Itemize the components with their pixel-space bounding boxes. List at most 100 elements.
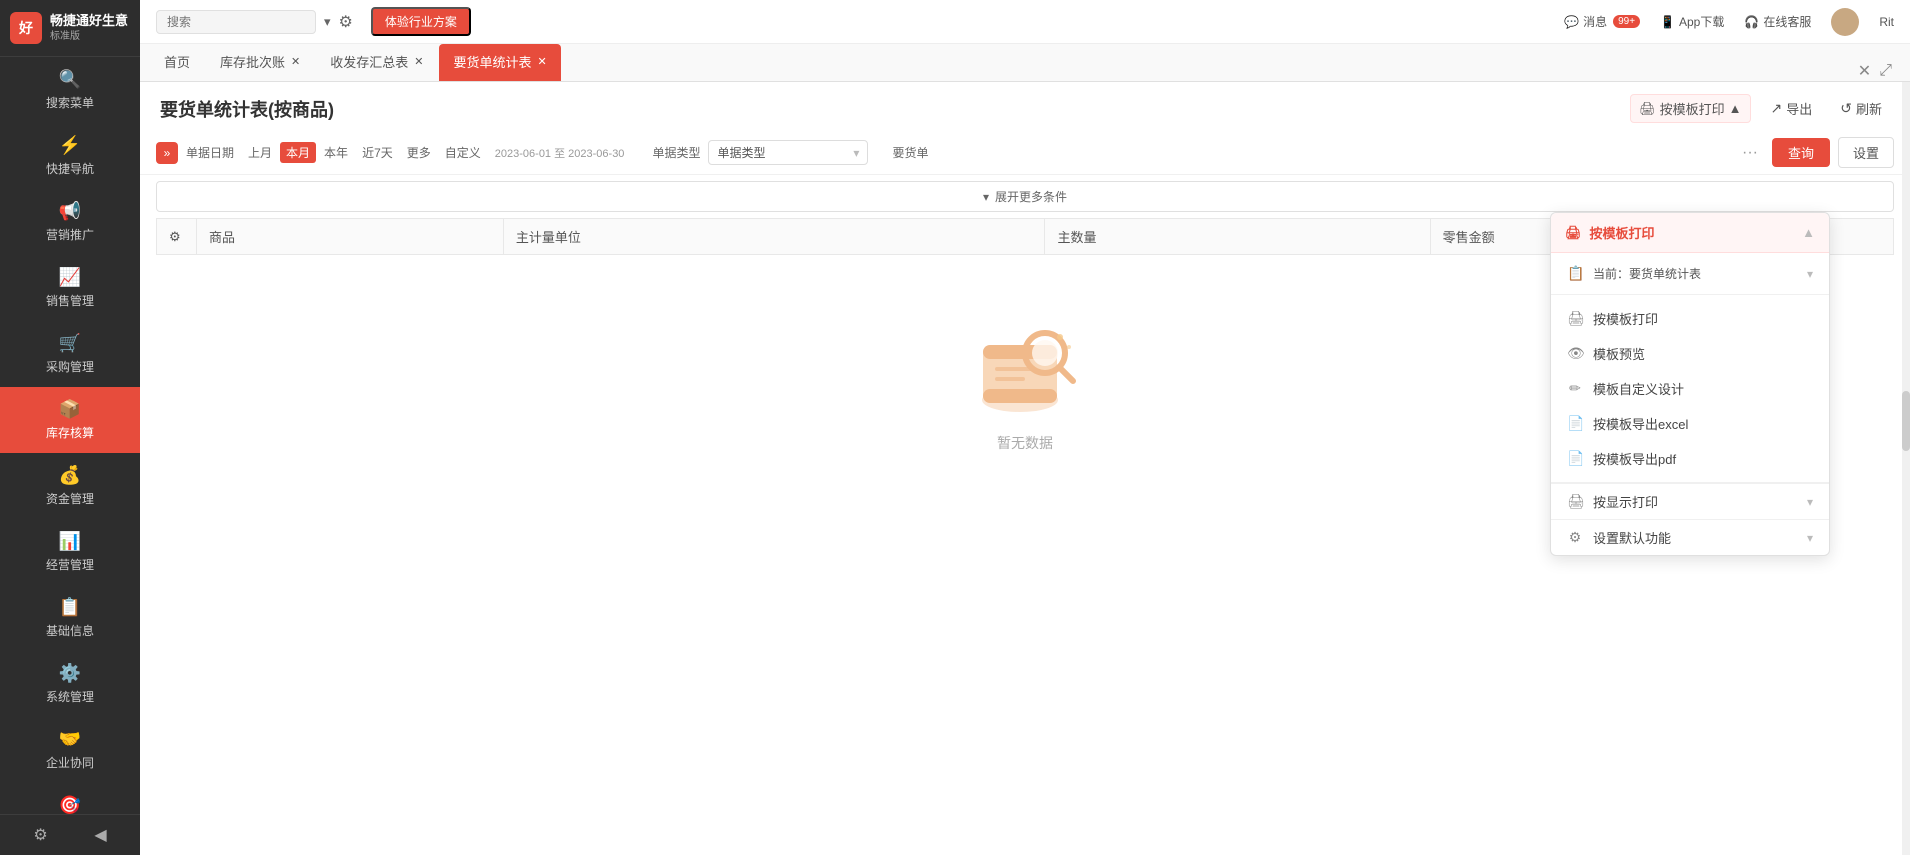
promo-button[interactable]: 体验行业方案 (371, 7, 471, 36)
item-chevron: ▾ (1807, 495, 1813, 509)
app-download-icon: 📱 (1660, 15, 1675, 29)
tab-close-receipt-summary[interactable]: ✕ (414, 55, 423, 68)
topbar-gear-icon[interactable]: ⚙ (339, 12, 353, 32)
sidebar-item-operation[interactable]: 📊经营管理 (0, 519, 140, 585)
printer-icon: 🖨 (1639, 101, 1656, 117)
dropdown-item-set-default[interactable]: ⚙ 设置默认功能 ▾ (1551, 519, 1829, 555)
tab-close-inventory-batch[interactable]: ✕ (291, 55, 300, 68)
sidebar-item-marketing[interactable]: 📢营销推广 (0, 189, 140, 255)
sidebar-logo: 好 畅捷通好生意 标准版 (0, 0, 140, 57)
dropdown-item-display-print[interactable]: 🖨 按显示打印 ▾ (1551, 483, 1829, 519)
scrollbar[interactable] (1902, 82, 1910, 855)
date-filter-label: 单据日期 (186, 144, 234, 161)
order-type-select[interactable]: 单据类型 ▾ (708, 140, 868, 165)
select-chevron-icon: ▾ (853, 146, 859, 160)
order-type-label: 单据类型 (652, 144, 700, 161)
date-btn-this_year[interactable]: 本年 (318, 142, 354, 163)
dropdown-item-template-preview[interactable]: 👁 模板预览 (1551, 336, 1829, 371)
dropdown-header: 🖨 按模板打印 ▲ (1551, 213, 1829, 253)
dropdown-item-export-excel[interactable]: 📄 按模板导出excel (1551, 406, 1829, 441)
sidebar-item-guide[interactable]: 🎯新手引导 (0, 783, 140, 814)
dropdown-close-icon[interactable]: ▲ (1802, 225, 1815, 240)
template-custom-icon: ✏ (1567, 380, 1583, 397)
page-actions: 🖨 按模板打印 ▲ ↗ 导出 ↺ 刷新 (1630, 94, 1890, 123)
refresh-icon: ↺ (1840, 100, 1852, 117)
sidebar-item-finance[interactable]: 💰资金管理 (0, 453, 140, 519)
guide-icon: 🎯 (59, 795, 81, 814)
tab-order-stats[interactable]: 要货单统计表✕ (439, 44, 560, 81)
operation-icon: 📊 (59, 531, 81, 552)
online-service-button[interactable]: 🎧 在线客服 (1744, 13, 1811, 30)
dropdown-group-items: 🖨 按显示打印 ▾ ⚙ 设置默认功能 ▾ (1551, 483, 1829, 555)
scrollbar-thumb[interactable] (1902, 391, 1910, 451)
main-content: ▾ ⚙ 体验行业方案 💬 消息 99+ 📱 App下载 🎧 在线客服 Rit 首… (140, 0, 1910, 855)
sidebar-item-basic[interactable]: 📋基础信息 (0, 585, 140, 651)
col-header-unit: 主计量单位 (503, 219, 1045, 255)
more-options-button[interactable]: ··· (1736, 140, 1764, 166)
template-print-button[interactable]: 🖨 按模板打印 ▲ (1630, 94, 1750, 123)
template-print-chevron-up: ▲ (1729, 101, 1742, 116)
empty-text: 暂无数据 (997, 433, 1053, 453)
dropdown-item-template-print[interactable]: 🖨 按模板打印 (1551, 301, 1829, 336)
sidebar-footer: ⚙ ◀ (0, 814, 140, 855)
basic-icon: 📋 (59, 597, 81, 618)
search-icon: 🔍 (59, 69, 81, 90)
system-icon: ⚙️ (59, 663, 81, 684)
sidebar-item-system[interactable]: ⚙️系统管理 (0, 651, 140, 717)
dropdown-item-export-pdf[interactable]: 📄 按模板导出pdf (1551, 441, 1829, 476)
dropdown-current-label-area: 📋 当前：要货单统计表 (1567, 265, 1701, 282)
user-avatar (1831, 8, 1859, 36)
refresh-button[interactable]: ↺ 刷新 (1832, 95, 1890, 122)
sidebar-item-collab[interactable]: 🤝企业协同 (0, 717, 140, 783)
export-button[interactable]: ↗ 导出 (1763, 95, 1821, 122)
sales-icon: 📈 (59, 267, 81, 288)
order-tag-label: 要货单 (892, 144, 928, 161)
display-print-icon: 🖨 (1567, 493, 1583, 510)
date-btn-this_month[interactable]: 本月 (280, 142, 316, 163)
export-excel-icon: 📄 (1567, 415, 1583, 432)
tab-receipt-summary[interactable]: 收发存汇总表✕ (316, 44, 437, 81)
sidebar-item-inventory[interactable]: 📦库存核算 (0, 387, 140, 453)
query-button[interactable]: 查询 (1772, 138, 1830, 167)
col-header-product: 商品 (197, 219, 504, 255)
sidebar-item-sales[interactable]: 📈销售管理 (0, 255, 140, 321)
template-preview-icon: 👁 (1567, 345, 1583, 362)
sidebar-collapse-icon[interactable]: ◀ (94, 825, 106, 845)
topbar-right: 💬 消息 99+ 📱 App下载 🎧 在线客服 Rit (1564, 8, 1894, 36)
sidebar-item-search[interactable]: 🔍搜索菜单 (0, 57, 140, 123)
maximize-window-icon[interactable]: ⤢ (1879, 62, 1892, 80)
template-print-icon: 🖨 (1567, 310, 1583, 327)
date-btn-recent7[interactable]: 近7天 (356, 142, 399, 163)
close-window-icon[interactable]: ✕ (1858, 61, 1871, 81)
item-chevron: ▾ (1807, 531, 1813, 545)
tab-inventory-batch[interactable]: 库存批次账✕ (206, 44, 314, 81)
purchase-icon: 🛒 (59, 333, 81, 354)
message-button[interactable]: 💬 消息 99+ (1564, 13, 1640, 30)
filter-expand-icon[interactable]: » (156, 142, 178, 164)
topbar-search-area: ▾ ⚙ 体验行业方案 (156, 7, 471, 36)
dropdown-main-items: 🖨 按模板打印 👁 模板预览 ✏ 模板自定义设计 📄 按模板导出excel 📄 … (1551, 295, 1829, 483)
sidebar-item-purchase[interactable]: 🛒采购管理 (0, 321, 140, 387)
expand-conditions-button[interactable]: ▾ 展开更多条件 (156, 181, 1894, 212)
date-range-text: 2023-06-01 至 2023-06-30 (495, 145, 625, 161)
dropdown-item-template-custom[interactable]: ✏ 模板自定义设计 (1551, 371, 1829, 406)
finance-icon: 💰 (59, 465, 81, 486)
date-btn-more[interactable]: 更多 (401, 142, 437, 163)
app-download-button[interactable]: 📱 App下载 (1660, 13, 1724, 30)
page-content: 要货单统计表(按商品) 🖨 按模板打印 ▲ ↗ 导出 ↺ 刷新 » (140, 82, 1910, 855)
col-header-settings[interactable]: ⚙ (157, 219, 197, 255)
tabbar: 首页库存批次账✕收发存汇总表✕要货单统计表✕ ✕ ⤢ (140, 44, 1910, 82)
settings-button[interactable]: 设置 (1838, 137, 1894, 168)
export-icon: ↗ (1771, 100, 1783, 117)
topbar: ▾ ⚙ 体验行业方案 💬 消息 99+ 📱 App下载 🎧 在线客服 Rit (140, 0, 1910, 44)
date-btn-custom[interactable]: 自定义 (439, 142, 487, 163)
export-pdf-icon: 📄 (1567, 450, 1583, 467)
tab-home[interactable]: 首页 (150, 44, 204, 81)
tab-close-order-stats[interactable]: ✕ (538, 55, 547, 68)
search-input[interactable] (156, 10, 316, 34)
dropdown-current-item[interactable]: 📋 当前：要货单统计表 ▾ (1551, 259, 1829, 288)
search-chevron-icon[interactable]: ▾ (324, 14, 331, 30)
sidebar-item-quicknav[interactable]: ⚡快捷导航 (0, 123, 140, 189)
sidebar-settings-icon[interactable]: ⚙ (33, 825, 47, 845)
date-btn-prev_month[interactable]: 上月 (242, 142, 278, 163)
